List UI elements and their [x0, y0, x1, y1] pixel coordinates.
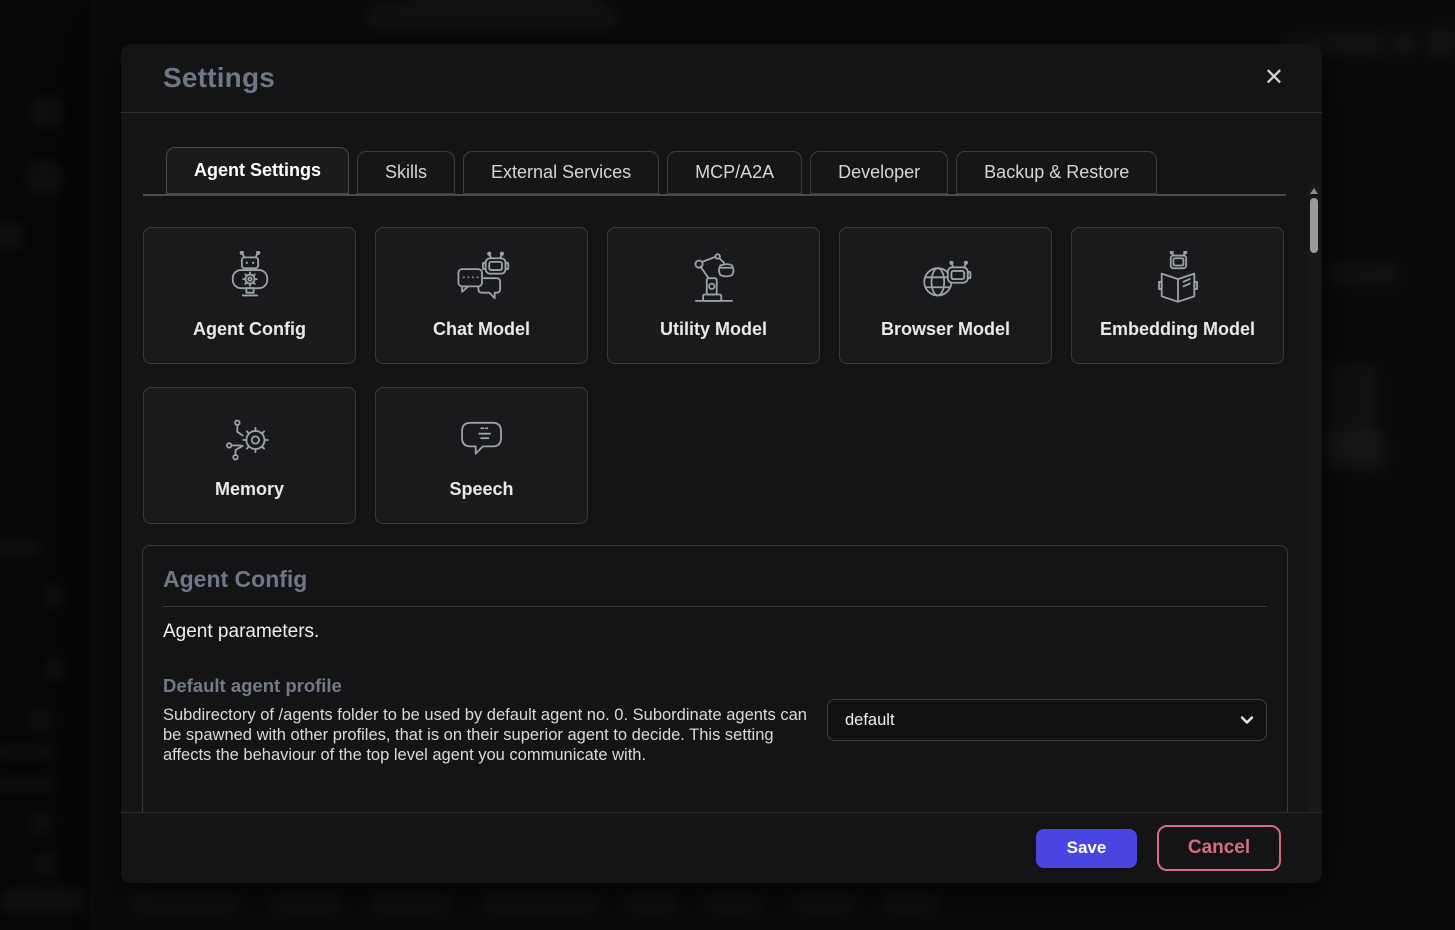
- field-label: Default agent profile: [163, 675, 811, 697]
- tab-backup-restore[interactable]: Backup & Restore: [956, 151, 1157, 194]
- save-button[interactable]: Save: [1036, 829, 1137, 868]
- close-button[interactable]: ✕: [1258, 62, 1290, 94]
- card-label: Browser Model: [881, 319, 1010, 340]
- card-chat-model[interactable]: Chat Model: [375, 227, 588, 364]
- tab-mcp-a2a[interactable]: MCP/A2A: [667, 151, 802, 194]
- speech-bubble-icon: [451, 411, 513, 469]
- card-embedding-model[interactable]: Embedding Model: [1071, 227, 1284, 364]
- card-utility-model[interactable]: Utility Model: [607, 227, 820, 364]
- cancel-button[interactable]: Cancel: [1157, 825, 1281, 871]
- settings-modal: Settings ✕ Agent Settings Skills Externa…: [121, 44, 1322, 883]
- card-label: Memory: [215, 479, 284, 500]
- tab-bar: Agent Settings Skills External Services …: [143, 147, 1286, 196]
- scroll-up-icon[interactable]: [1308, 185, 1320, 197]
- settings-card-grid: Agent Config Chat M: [143, 227, 1293, 524]
- globe-robot-icon: [915, 251, 977, 309]
- modal-title: Settings: [163, 62, 275, 94]
- scrollbar[interactable]: [1308, 183, 1320, 812]
- select-wrap: default: [827, 699, 1267, 741]
- robot-book-icon: [1147, 251, 1209, 309]
- robot-arm-icon: [683, 251, 745, 309]
- card-label: Speech: [449, 479, 513, 500]
- close-icon: ✕: [1264, 64, 1284, 91]
- modal-body: Agent Settings Skills External Services …: [121, 113, 1322, 812]
- tab-agent-settings[interactable]: Agent Settings: [166, 147, 349, 194]
- field-description: Subdirectory of /agents folder to be use…: [163, 705, 811, 765]
- card-label: Embedding Model: [1100, 319, 1255, 340]
- screen: Settings ✕ Agent Settings Skills Externa…: [0, 0, 1455, 930]
- scrollbar-thumb[interactable]: [1310, 198, 1318, 253]
- chat-robot-icon: [451, 251, 513, 309]
- agent-config-section: Agent Config Agent parameters. Default a…: [142, 545, 1288, 812]
- card-label: Utility Model: [660, 319, 767, 340]
- section-divider: [163, 606, 1267, 607]
- modal-header: Settings ✕: [121, 44, 1322, 113]
- card-memory[interactable]: Memory: [143, 387, 356, 524]
- card-agent-config[interactable]: Agent Config: [143, 227, 356, 364]
- circuit-gear-icon: [219, 411, 281, 469]
- card-label: Chat Model: [433, 319, 530, 340]
- field-default-agent-profile: Default agent profile Subdirectory of /a…: [163, 675, 1267, 765]
- default-agent-profile-select[interactable]: default: [827, 699, 1267, 741]
- card-browser-model[interactable]: Browser Model: [839, 227, 1052, 364]
- section-description: Agent parameters.: [163, 621, 1267, 643]
- tab-external-services[interactable]: External Services: [463, 151, 659, 194]
- card-label: Agent Config: [193, 319, 306, 340]
- modal-footer: Save Cancel: [121, 812, 1322, 883]
- robot-config-icon: [219, 251, 281, 309]
- card-speech[interactable]: Speech: [375, 387, 588, 524]
- section-title: Agent Config: [163, 566, 1267, 593]
- tab-skills[interactable]: Skills: [357, 151, 455, 194]
- field-text: Default agent profile Subdirectory of /a…: [163, 675, 811, 765]
- tab-developer[interactable]: Developer: [810, 151, 948, 194]
